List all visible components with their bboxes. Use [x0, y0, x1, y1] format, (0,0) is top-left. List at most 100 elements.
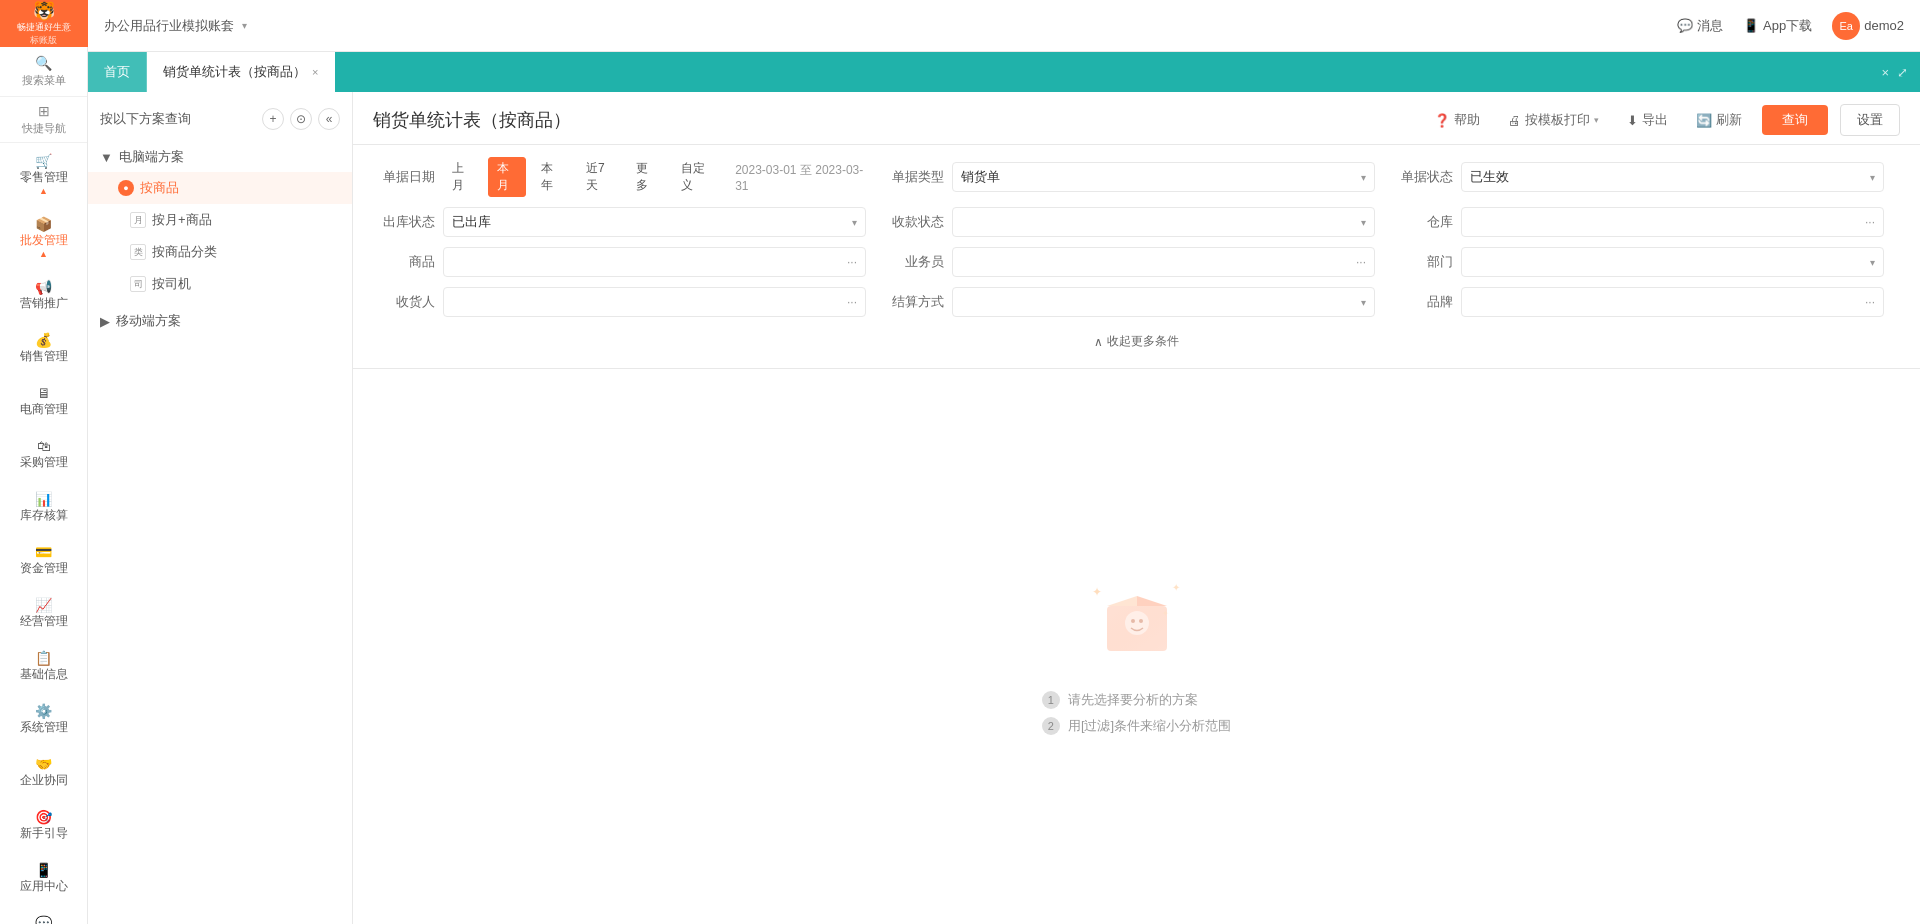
brand-field[interactable]: ··· — [1461, 287, 1884, 317]
corp-collab-label: 企业协同 — [20, 772, 68, 789]
warehouse-field[interactable]: ··· — [1461, 207, 1884, 237]
settings-scheme-btn[interactable]: ⊙ — [290, 108, 312, 130]
filter-row-2: 出库状态 已出库 ▾ 收款状态 ▾ 仓库 — [373, 207, 1900, 237]
sidebar-item-inventory[interactable]: 📊 库存核算 — [0, 481, 87, 534]
tabbar: 首页 销货单统计表（按商品） × × ⤢ — [88, 52, 1920, 92]
sidebar-item-wholesale[interactable]: 📦 批发管理 ▲ — [0, 206, 87, 269]
date-btn-thismonth[interactable]: 本月 — [488, 157, 527, 197]
staff-field[interactable]: ··· — [952, 247, 1375, 277]
scheme-item-driver[interactable]: 司 按司机 — [88, 268, 352, 300]
collapse-filter-btn[interactable]: ∧ 收起更多条件 — [373, 327, 1900, 356]
goods-dots[interactable]: ··· — [847, 255, 857, 269]
sidebar-item-marketing[interactable]: 📢 营销推广 — [0, 269, 87, 322]
finance-label: 资金管理 — [20, 560, 68, 577]
retail-icon: 🛒 — [35, 153, 52, 169]
refresh-btn[interactable]: 🔄 刷新 — [1688, 107, 1750, 133]
help-btn[interactable]: ❓ 帮助 — [1426, 107, 1488, 133]
tab-home[interactable]: 首页 — [88, 52, 147, 92]
receiver-dots[interactable]: ··· — [847, 295, 857, 309]
dept-label: 部门 — [1391, 253, 1461, 271]
export-icon: ⬇ — [1627, 113, 1638, 128]
sidebar-item-basics[interactable]: 📋 基础信息 — [0, 640, 87, 693]
pc-section-header[interactable]: ▼ 电脑端方案 — [88, 142, 352, 172]
docstatus-field[interactable]: 已生效 ▾ — [1461, 162, 1884, 192]
industry-title: 办公用品行业模拟账套 — [104, 17, 234, 35]
refresh-icon: 🔄 — [1696, 113, 1712, 128]
sidebar-item-system[interactable]: ⚙️ 系统管理 — [0, 693, 87, 746]
outstatus-field[interactable]: 已出库 ▾ — [443, 207, 866, 237]
empty-steps: 1 请先选择要分析的方案 2 用[过滤]条件来缩小分析范围 — [1042, 691, 1231, 743]
sidebar-item-appcenter[interactable]: 📱 应用中心 — [0, 852, 87, 905]
filter-col-receiver: 收货人 ··· — [373, 287, 882, 317]
filter-col-dept: 部门 ▾ — [1391, 247, 1900, 277]
filter-col-collectstatus: 收款状态 ▾ — [882, 207, 1391, 237]
sidebar-item-retail[interactable]: 🛒 零售管理 ▲ — [0, 143, 87, 206]
tab-close-all-icon[interactable]: × — [1881, 65, 1889, 80]
date-btn-last7days[interactable]: 近7天 — [577, 157, 621, 197]
topbar-right: 💬 消息 📱 App下载 Ea demo2 — [1677, 12, 1904, 40]
newbie-icon: 🎯 — [35, 809, 52, 825]
scheme-item-by-goods-label: 按商品 — [140, 179, 179, 197]
filter-col-staff: 业务员 ··· — [882, 247, 1391, 277]
tab-close-btn[interactable]: × — [312, 66, 318, 78]
sidebar-item-sales[interactable]: 💰 销售管理 — [0, 322, 87, 375]
print-icon: 🖨 — [1508, 113, 1521, 128]
sidebar-item-finance[interactable]: 💳 资金管理 — [0, 534, 87, 587]
scheme-item-category[interactable]: 类 按商品分类 — [88, 236, 352, 268]
collectstatus-field[interactable]: ▾ — [952, 207, 1375, 237]
sidebar-quick-nav[interactable]: ⊞ 快捷导航 — [0, 97, 87, 143]
app-logo[interactable]: 🐯 畅捷通好生意 标账版 — [0, 0, 88, 47]
doctype-value: 销货单 — [961, 168, 1000, 186]
sidebar-item-wechat[interactable]: 💬 企业微信 — [0, 905, 87, 924]
svg-text:✦: ✦ — [1092, 585, 1102, 599]
settle-label: 结算方式 — [882, 293, 952, 311]
export-btn[interactable]: ⬇ 导出 — [1619, 107, 1676, 133]
sidebar-item-management[interactable]: 📈 经营管理 — [0, 587, 87, 640]
sidebar-search[interactable]: 🔍 搜索菜单 — [0, 47, 87, 97]
staff-dots[interactable]: ··· — [1356, 255, 1366, 269]
scheme-item-by-goods[interactable]: ● 按商品 — [88, 172, 352, 204]
date-btn-more[interactable]: 更多 — [627, 157, 666, 197]
user-menu[interactable]: Ea demo2 — [1832, 12, 1904, 40]
brand-dots[interactable]: ··· — [1865, 295, 1875, 309]
app-download-btn[interactable]: 📱 App下载 — [1743, 17, 1812, 35]
collapse-arrow-icon: ∧ — [1094, 335, 1103, 349]
query-btn[interactable]: 查询 — [1762, 105, 1828, 135]
sidebar-item-purchase[interactable]: 🛍 采购管理 — [0, 428, 87, 481]
svg-point-3 — [1125, 611, 1149, 635]
sidebar-item-newbie[interactable]: 🎯 新手引导 — [0, 799, 87, 852]
receiver-label: 收货人 — [373, 293, 443, 311]
receiver-field[interactable]: ··· — [443, 287, 866, 317]
message-icon: 💬 — [1677, 18, 1693, 33]
settings-btn[interactable]: 设置 — [1840, 104, 1900, 136]
tab-maximize-icon[interactable]: ⤢ — [1897, 65, 1908, 80]
filter-col-outstatus: 出库状态 已出库 ▾ — [373, 207, 882, 237]
date-btn-custom[interactable]: 自定义 — [672, 157, 721, 197]
left-panel-title: 按以下方案查询 — [100, 110, 191, 128]
logo-text: 畅捷通好生意 — [17, 22, 71, 34]
collapse-panel-btn[interactable]: « — [318, 108, 340, 130]
svg-text:✦: ✦ — [1162, 609, 1169, 618]
step1-num: 1 — [1042, 691, 1060, 709]
dept-field[interactable]: ▾ — [1461, 247, 1884, 277]
date-btn-thisyear[interactable]: 本年 — [532, 157, 571, 197]
sidebar-item-ecommerce[interactable]: 🖥 电商管理 — [0, 375, 87, 428]
mobile-section-header[interactable]: ▶ 移动端方案 — [88, 306, 352, 336]
message-btn[interactable]: 💬 消息 — [1677, 17, 1723, 35]
empty-illustration: ✦ ✦ ✦ — [1077, 551, 1197, 671]
tab-sales-stats[interactable]: 销货单统计表（按商品） × — [147, 52, 335, 92]
search-icon: 🔍 — [35, 55, 52, 71]
date-btn-lastmonth[interactable]: 上月 — [443, 157, 482, 197]
scheme-item-month-goods[interactable]: 月 按月+商品 — [88, 204, 352, 236]
goods-field[interactable]: ··· — [443, 247, 866, 277]
print-label: 按模板打印 — [1525, 111, 1590, 129]
scheme-item-driver-label: 按司机 — [152, 275, 191, 293]
add-scheme-btn[interactable]: + — [262, 108, 284, 130]
sidebar-item-corp-collab[interactable]: 🤝 企业协同 — [0, 746, 87, 799]
purchase-icon: 🛍 — [37, 438, 51, 454]
warehouse-dots[interactable]: ··· — [1865, 215, 1875, 229]
doctype-field[interactable]: 销货单 ▾ — [952, 162, 1375, 192]
print-btn[interactable]: 🖨 按模板打印 ▾ — [1500, 107, 1607, 133]
settle-field[interactable]: ▾ — [952, 287, 1375, 317]
brand-label: 品牌 — [1391, 293, 1461, 311]
